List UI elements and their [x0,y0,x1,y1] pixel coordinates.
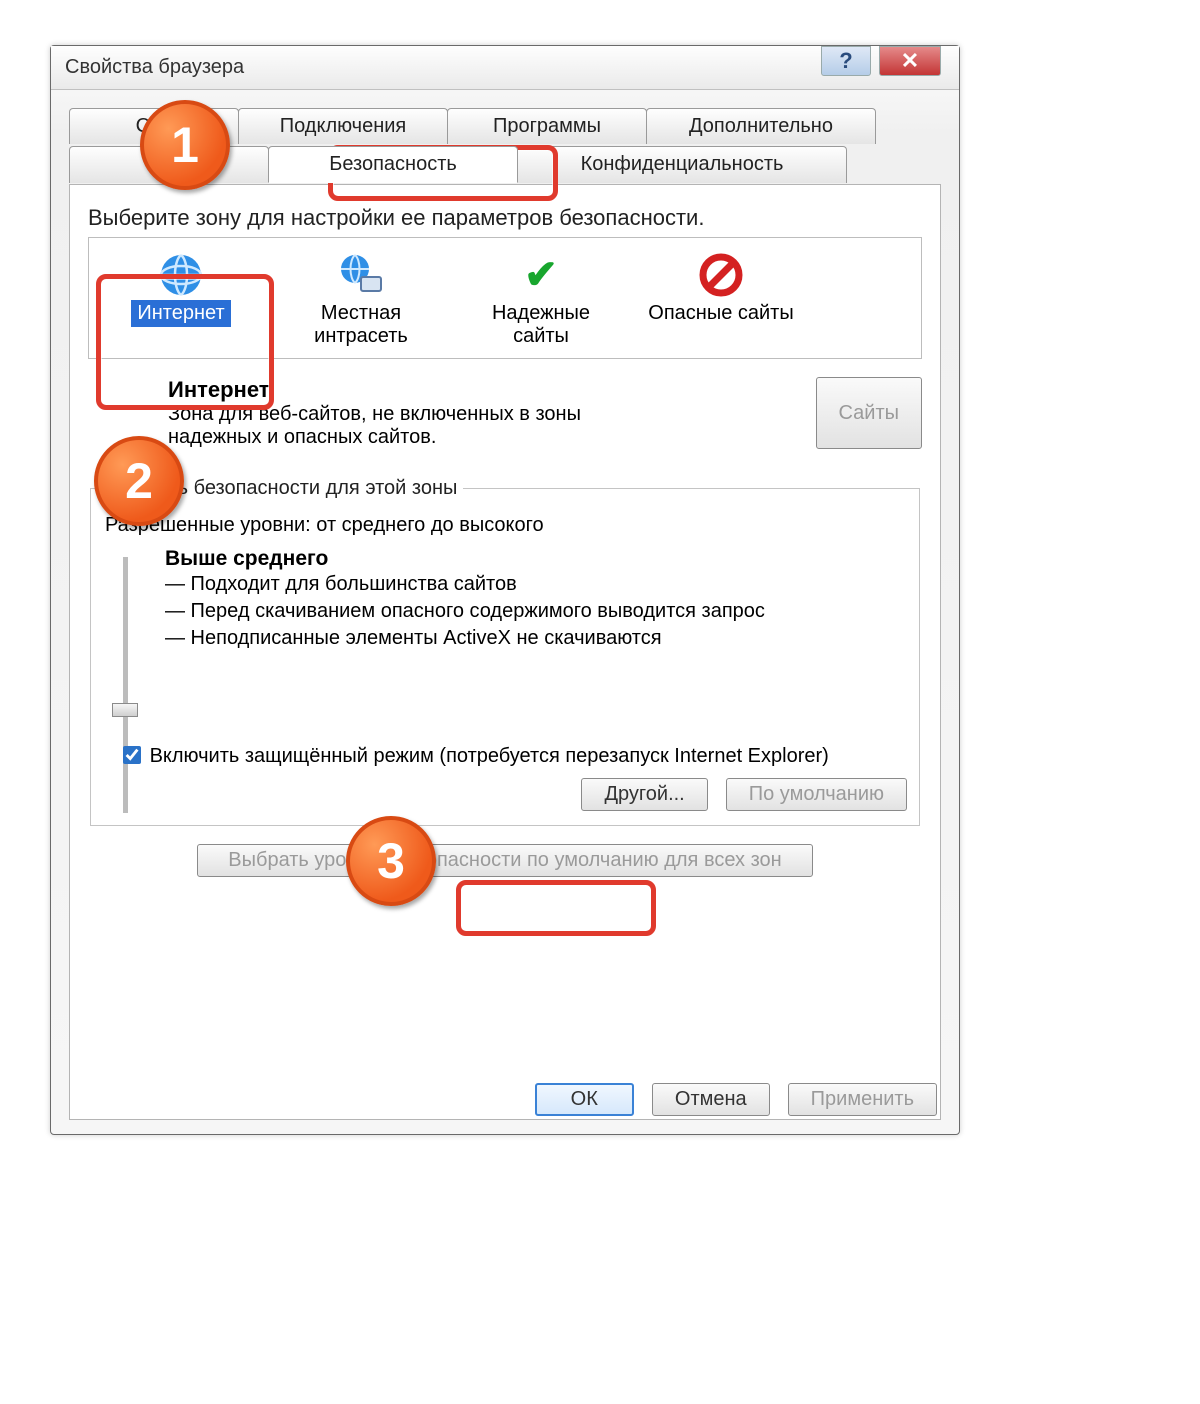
zone-desc-body: Зона для веб-сайтов, не включенных в зон… [168,403,608,449]
security-level-group: Уровень безопасности для этой зоны Разре… [90,477,920,826]
protected-mode-row: Включить защищённый режим (потребуется п… [105,743,907,768]
tab-programs[interactable]: Программы [447,108,647,144]
security-level-legend: Уровень безопасности для этой зоны [105,477,463,500]
globe-icon [101,250,261,300]
zone-list[interactable]: Интернет Местная интрасеть ✔ Надежные са… [88,237,922,359]
close-icon: ✕ [901,48,919,74]
tab-general[interactable]: О [69,146,269,183]
sites-button[interactable]: Сайты [816,377,923,449]
tab-connections[interactable]: Подключения [238,108,448,144]
forbidden-icon [641,250,801,300]
zone-intranet[interactable]: Местная интрасеть [281,250,441,350]
slider-thumb[interactable] [112,703,138,717]
close-button[interactable]: ✕ [879,46,941,76]
cancel-button[interactable]: Отмена [652,1083,770,1116]
slider-track [123,557,128,813]
help-icon: ? [839,48,852,74]
tab-security[interactable]: Безопасность [268,146,518,183]
zone-prompt-label: Выберите зону для настройки ее параметро… [88,205,922,231]
zone-internet[interactable]: Интернет [101,250,261,350]
tab-row-upper: Сод Подключения Программы Дополнительно [69,108,875,144]
tab-row-lower: О Безопасность Конфиденциальность [69,146,846,183]
zone-internet-label: Интернет [131,300,230,327]
dialog-footer-buttons: ОК Отмена Применить [535,1083,937,1116]
zone-intranet-label: Местная интрасеть [281,300,441,350]
security-level-slider[interactable] [105,547,145,727]
level-bullet: — Неподписанные элементы ActiveX не скач… [165,625,907,652]
allowed-levels-label: Разрешенные уровни: от среднего до высок… [105,514,907,537]
zone-restricted-label: Опасные сайты [644,300,797,327]
protected-mode-label: Включить защищённый режим (потребуется п… [150,745,829,767]
zone-trusted[interactable]: ✔ Надежные сайты [461,250,621,350]
level-bullet: — Подходит для большинства сайтов [165,571,907,598]
apply-button[interactable]: Применить [788,1083,937,1116]
default-level-button[interactable]: По умолчанию [726,778,907,811]
dialog-window: Свойства браузера ? ✕ Сод Подключения Пр… [50,45,960,1135]
level-bullets: — Подходит для большинства сайтов — Пере… [165,571,907,652]
window-title: Свойства браузера [65,56,244,79]
tab-advanced[interactable]: Дополнительно [646,108,876,144]
security-panel: Выберите зону для настройки ее параметро… [69,184,941,1120]
help-button[interactable]: ? [821,46,871,76]
intranet-icon [281,250,441,300]
custom-level-button[interactable]: Другой... [581,778,707,811]
tab-privacy[interactable]: Конфиденциальность [517,146,847,183]
ok-button[interactable]: ОК [535,1083,634,1116]
protected-mode-checkbox[interactable] [123,746,141,764]
title-bar[interactable]: Свойства браузера ? ✕ [51,46,959,90]
zone-restricted[interactable]: Опасные сайты [641,250,801,350]
level-name: Выше среднего [165,547,907,571]
tab-content[interactable]: Сод [69,108,239,144]
level-bullet: — Перед скачиванием опасного содержимого… [165,598,907,625]
zone-trusted-label: Надежные сайты [461,300,621,350]
checkmark-icon: ✔ [461,250,621,300]
zone-desc-title: Интернет [168,377,732,403]
reset-all-zones-button[interactable]: Выбрать уровень безопасности по умолчани… [197,844,812,877]
